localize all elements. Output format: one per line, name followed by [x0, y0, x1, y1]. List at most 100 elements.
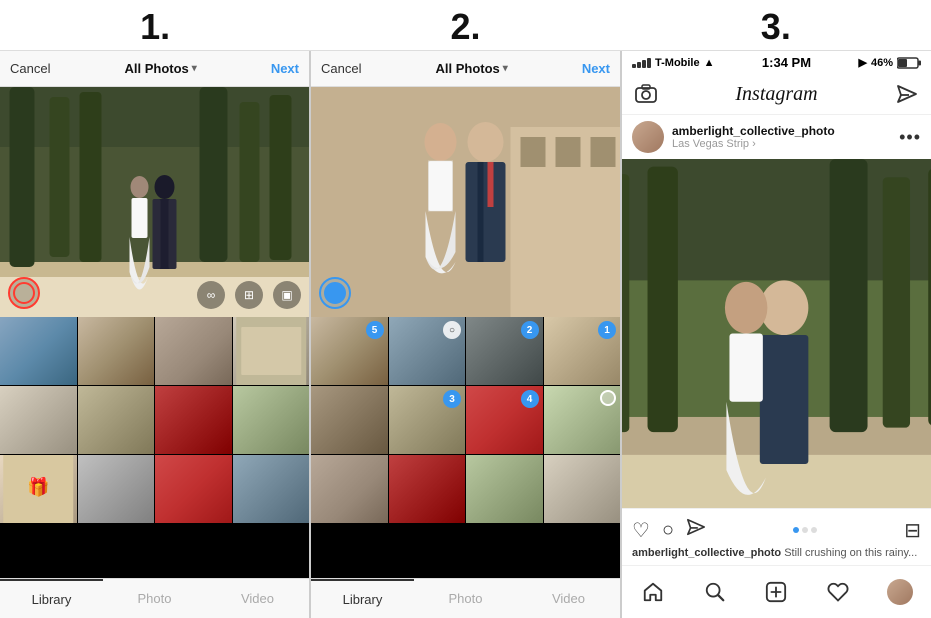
panel-1-top-bar: Cancel All Photos ▾ Next [0, 51, 309, 87]
grid-cell-1[interactable] [0, 317, 77, 385]
tab-library-label: Library [32, 592, 72, 607]
grid-cell-5[interactable] [0, 386, 77, 454]
panel-2-cancel-button[interactable]: Cancel [321, 61, 361, 76]
panel2-grid-cell-9[interactable] [311, 455, 388, 523]
panel2-grid-cell-3[interactable]: 2 [466, 317, 543, 385]
avatar-image [632, 121, 664, 153]
post-image [622, 159, 931, 508]
select-circle-inner-2 [324, 282, 346, 304]
panel-2-preview [311, 87, 620, 317]
ig-header: Instagram [622, 74, 931, 115]
panel2-tab-photo[interactable]: Photo [414, 579, 517, 618]
dot-active [793, 527, 799, 533]
panel2-grid-cell-12[interactable] [544, 455, 621, 523]
post-more-button[interactable]: ••• [899, 128, 921, 146]
panel-1-chevron-icon: ▾ [192, 63, 197, 74]
step-3-label: 3. [621, 0, 931, 50]
panel2-grid-cell-10[interactable] [389, 455, 466, 523]
signal-dot-4 [647, 58, 651, 68]
panel-1-next-button[interactable]: Next [271, 61, 299, 76]
panel-1-cancel-button[interactable]: Cancel [10, 61, 50, 76]
caption-username: amberlight_collective_photo [632, 547, 781, 559]
panel-2-top-bar: Cancel All Photos ▾ Next [311, 51, 620, 87]
post-caption: amberlight_collective_photo Still crushi… [622, 547, 931, 565]
camera-icon [635, 84, 657, 104]
time-label: 1:34 PM [762, 55, 811, 70]
grid-cell-12[interactable] [233, 455, 310, 523]
carrier-label: T-Mobile [655, 57, 700, 69]
step-numbers-row: 1. 2. 3. [0, 0, 931, 51]
step-2-label: 2. [310, 0, 620, 50]
post-image-svg [622, 159, 931, 508]
search-icon [704, 581, 726, 603]
panel-1-preview: ∞ ⊞ ▣ [0, 87, 309, 317]
profile-avatar-nav [887, 579, 913, 605]
signal-dot-1 [632, 64, 636, 68]
panel2-grid-cell-4[interactable]: 1 [544, 317, 621, 385]
ig-nav-home-button[interactable] [635, 574, 671, 610]
grid-cell-6[interactable] [78, 386, 155, 454]
signal-icon [632, 58, 651, 68]
panel2-grid-cell-8[interactable] [544, 386, 621, 454]
panel-1: Cancel All Photos ▾ Next [0, 51, 310, 618]
badge-1: 1 [598, 321, 616, 339]
tool-square-icon[interactable]: ▣ [273, 281, 301, 309]
camera-icon-button[interactable] [632, 80, 660, 108]
post-location[interactable]: Las Vegas Strip › [672, 138, 891, 150]
share-icon-button[interactable] [686, 517, 706, 543]
status-right: ▶ 46% [858, 56, 921, 69]
wedding-couple-svg-2 [311, 87, 620, 317]
tool-infinity-icon[interactable]: ∞ [197, 281, 225, 309]
send-icon [896, 84, 918, 104]
ig-nav-add-button[interactable] [758, 574, 794, 610]
grid-cell-4[interactable] [233, 317, 310, 385]
tab-video-label: Video [241, 591, 274, 606]
carousel-dots [793, 525, 817, 535]
panel-2-preview-image [311, 87, 620, 317]
grid-cell-2[interactable] [78, 317, 155, 385]
grid-cell-7[interactable] [155, 386, 232, 454]
tab-photo-label: Photo [138, 591, 172, 606]
direct-message-icon-button[interactable] [893, 80, 921, 108]
cell-4-svg [233, 317, 310, 385]
dot-3 [811, 527, 817, 533]
grid-cell-3[interactable] [155, 317, 232, 385]
panel2-grid-cell-11[interactable] [466, 455, 543, 523]
panel-2: Cancel All Photos ▾ Next [311, 51, 621, 618]
panel-2-select-circle[interactable] [319, 277, 351, 309]
grid-cell-10[interactable] [78, 455, 155, 523]
instagram-logo: Instagram [735, 83, 817, 106]
panel-2-album-label: All Photos [435, 61, 499, 76]
ig-nav-search-button[interactable] [697, 574, 733, 610]
grid-cell-11[interactable] [155, 455, 232, 523]
ig-nav-profile-button[interactable] [882, 574, 918, 610]
grid-cell-8[interactable] [233, 386, 310, 454]
panel2-grid-cell-1[interactable]: 5 [311, 317, 388, 385]
panel2-grid-cell-5[interactable] [311, 386, 388, 454]
tab-library[interactable]: Library [0, 579, 103, 618]
panel2-tab-library[interactable]: Library [311, 579, 414, 618]
grid-cell-9[interactable]: 🎁 [0, 455, 77, 523]
panel2-tab-video[interactable]: Video [517, 579, 620, 618]
caption-text: Still crushing on this rainy... [784, 547, 917, 559]
ig-bottom-nav [622, 565, 931, 618]
panel2-grid-cell-2[interactable]: ○ [389, 317, 466, 385]
panel-1-select-circle[interactable] [8, 277, 40, 309]
status-bar: T-Mobile ▲ 1:34 PM ▶ 46% [622, 51, 931, 74]
panel-2-next-button[interactable]: Next [582, 61, 610, 76]
tab-photo[interactable]: Photo [103, 579, 206, 618]
battery-label: 46% [871, 57, 893, 69]
tool-grid-icon[interactable]: ⊞ [235, 281, 263, 309]
post-username[interactable]: amberlight_collective_photo [672, 124, 891, 138]
panel-2-album-selector[interactable]: All Photos ▾ [435, 61, 507, 76]
comment-icon-button[interactable]: ○ [662, 519, 674, 542]
tab-video[interactable]: Video [206, 579, 309, 618]
panel2-grid-cell-6[interactable]: 3 [389, 386, 466, 454]
share-icon [686, 517, 706, 537]
save-icon-button[interactable]: ⊟ [904, 518, 921, 543]
panel-1-photo-grid: 🎁 [0, 317, 309, 578]
panel-1-album-selector[interactable]: All Photos ▾ [124, 61, 196, 76]
ig-nav-heart-button[interactable] [820, 574, 856, 610]
like-icon-button[interactable]: ♡ [632, 518, 650, 543]
panel2-grid-cell-7[interactable]: 4 [466, 386, 543, 454]
